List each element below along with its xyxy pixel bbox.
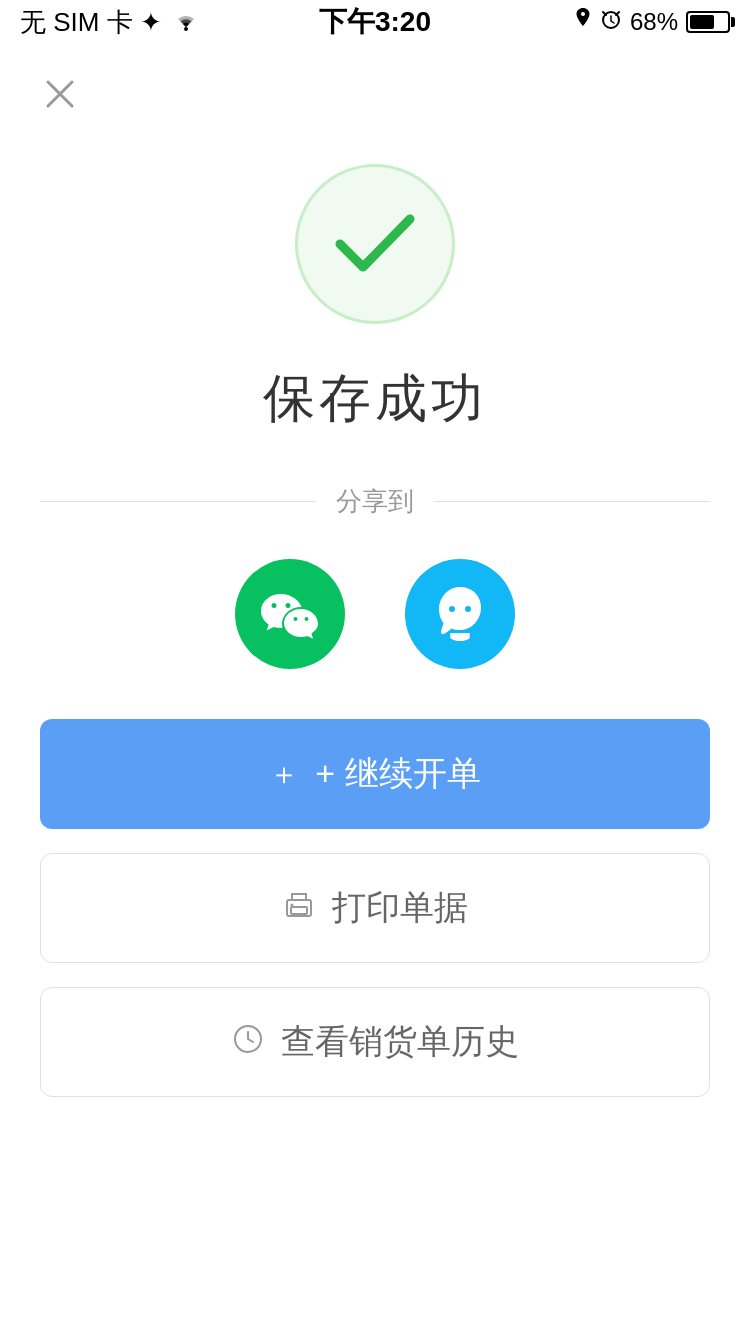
status-right: 68%: [574, 8, 730, 36]
print-label: 打印单据: [332, 885, 468, 931]
share-icons: [40, 559, 710, 669]
qq-share-button[interactable]: [405, 559, 515, 669]
print-button[interactable]: 打印单据: [40, 853, 710, 963]
location-icon: [574, 8, 592, 36]
history-button[interactable]: 查看销货单历史: [40, 987, 710, 1097]
signal-text: 无 SIM 卡 ✦: [20, 5, 162, 40]
alarm-icon: [600, 8, 622, 36]
checkmark-icon: [335, 214, 415, 274]
share-section: 分享到: [40, 484, 710, 669]
status-time: 下午3:20: [319, 3, 431, 41]
wechat-share-button[interactable]: [235, 559, 345, 669]
history-label: 查看销货单历史: [281, 1019, 519, 1065]
battery-percent: 68%: [630, 8, 678, 36]
success-title: 保存成功: [263, 364, 487, 434]
continue-label: + 继续开单: [315, 751, 480, 797]
svg-point-0: [184, 27, 188, 31]
svg-rect-6: [291, 907, 307, 914]
close-button[interactable]: [30, 64, 90, 124]
share-label: 分享到: [336, 484, 414, 519]
share-divider: 分享到: [40, 484, 710, 519]
print-icon: [282, 888, 316, 929]
main-content: 保存成功 分享到: [0, 144, 750, 1334]
history-icon: [231, 1022, 265, 1063]
battery-icon: [686, 11, 730, 33]
wechat-icon: [259, 588, 321, 640]
action-buttons: ＋ + 继续开单 打印单据 查看销货单历: [40, 719, 710, 1097]
wifi-icon: [172, 7, 200, 38]
plus-icon: ＋: [269, 754, 299, 795]
status-bar: 无 SIM 卡 ✦ 下午3:20 68%: [0, 0, 750, 44]
success-icon-container: [295, 164, 455, 324]
status-left: 无 SIM 卡 ✦: [20, 5, 200, 40]
svg-point-7: [291, 903, 294, 906]
continue-button[interactable]: ＋ + 继续开单: [40, 719, 710, 829]
qq-icon: [429, 583, 491, 645]
